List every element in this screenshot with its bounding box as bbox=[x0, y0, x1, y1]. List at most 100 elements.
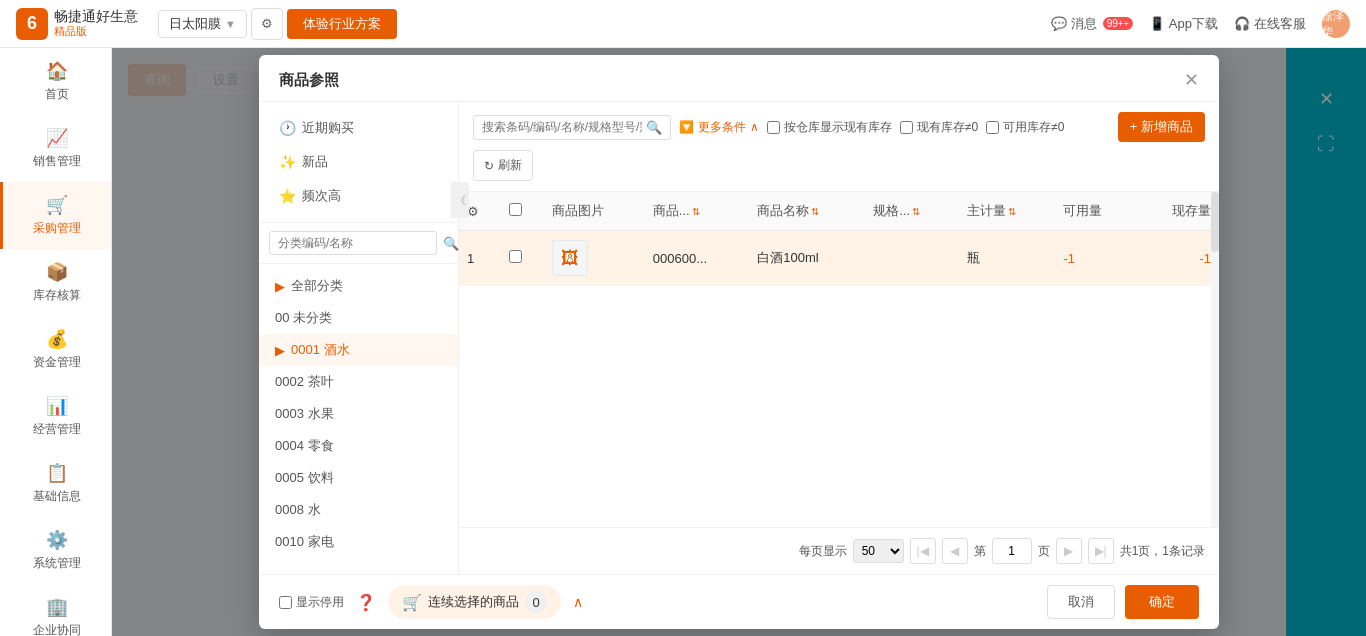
category-0001[interactable]: ▶ 0001 酒水 bbox=[259, 334, 458, 366]
scroll-thumb[interactable] bbox=[1211, 192, 1219, 252]
category-search-input[interactable] bbox=[269, 231, 437, 255]
user-area[interactable]: 徐泽华 bbox=[1322, 10, 1350, 38]
page-size-select[interactable]: 50 100 200 bbox=[853, 539, 904, 563]
sidebar-item-finance[interactable]: 💰 资金管理 bbox=[0, 316, 111, 383]
th-img: 商品图片 bbox=[544, 192, 645, 231]
sidebar-label-home: 首页 bbox=[45, 86, 69, 103]
confirm-button[interactable]: 确定 bbox=[1125, 585, 1199, 619]
sort-icon-name[interactable]: ⇅ bbox=[811, 206, 819, 217]
checkbox-available-input[interactable] bbox=[986, 121, 999, 134]
sidebar-label-inventory: 库存核算 bbox=[33, 287, 81, 304]
checkbox-warehouse-label: 按仓库显示现有库存 bbox=[784, 119, 892, 136]
gear-button[interactable]: ⚙ bbox=[251, 8, 283, 40]
recent-icon: 🕐 bbox=[279, 120, 296, 136]
experience-button[interactable]: 体验行业方案 bbox=[287, 9, 397, 39]
td-unit: 瓶 bbox=[959, 231, 1056, 286]
category-00[interactable]: 00 未分类 bbox=[259, 302, 458, 334]
refresh-button[interactable]: ↻ 刷新 bbox=[473, 150, 533, 181]
first-page-button[interactable]: |◀ bbox=[910, 538, 936, 564]
category-0004[interactable]: 0004 零食 bbox=[259, 430, 458, 462]
next-page-button[interactable]: ▶ bbox=[1056, 538, 1082, 564]
category-label-00: 00 未分类 bbox=[275, 309, 332, 327]
checkbox-warehouse-input[interactable] bbox=[767, 121, 780, 134]
cancel-button[interactable]: 取消 bbox=[1047, 585, 1115, 619]
page-word2: 页 bbox=[1038, 543, 1050, 560]
category-0008[interactable]: 0008 水 bbox=[259, 494, 458, 526]
td-img: 🖼 bbox=[544, 231, 645, 286]
sidebar-item-inventory[interactable]: 📦 库存核算 bbox=[0, 249, 111, 316]
collapse-panel-button[interactable]: 《 bbox=[451, 182, 469, 218]
cart-area[interactable]: 🛒 连续选择的商品 0 bbox=[388, 585, 561, 619]
collapse-cart-icon[interactable]: ∧ bbox=[573, 594, 583, 610]
modal-footer: 显示停用 ❓ 🛒 连续选择的商品 0 ∧ 取消 确定 bbox=[259, 574, 1219, 629]
app-download-label: App下载 bbox=[1169, 15, 1218, 33]
category-all[interactable]: ▶ 全部分类 bbox=[259, 270, 458, 302]
modal-header: 商品参照 ✕ bbox=[259, 55, 1219, 102]
refresh-icon: ↻ bbox=[484, 159, 494, 173]
checkbox-current-stock[interactable]: 现有库存≠0 bbox=[900, 119, 978, 136]
td-available: -1 bbox=[1055, 231, 1137, 286]
product-search-icon[interactable]: 🔍 bbox=[646, 120, 662, 135]
sort-icon-unit[interactable]: ⇅ bbox=[1008, 206, 1016, 217]
content-area: 查询 设置 刷新 ✕ ⛶ 商品参照 ✕ bbox=[112, 48, 1366, 636]
modal-toolbar: 🔍 🔽 更多条件 ∧ 按仓库显示现有库存 bbox=[459, 102, 1219, 192]
message-button[interactable]: 💬 消息 99++ bbox=[1051, 15, 1133, 33]
product-search-input[interactable] bbox=[482, 120, 642, 134]
frequent-icon: ⭐ bbox=[279, 188, 296, 204]
category-0003[interactable]: 0003 水果 bbox=[259, 398, 458, 430]
show-disabled-checkbox[interactable]: 显示停用 bbox=[279, 594, 344, 611]
sort-icon-code[interactable]: ⇅ bbox=[692, 206, 700, 217]
pagination-bar: 每页显示 50 100 200 |◀ ◀ 第 页 ▶ bbox=[459, 527, 1219, 574]
table-row[interactable]: 1 🖼 000600... 白酒100ml bbox=[459, 231, 1219, 286]
sidebar-item-purchase[interactable]: 🛒 采购管理 bbox=[0, 182, 111, 249]
left-tab-frequent-label: 频次高 bbox=[302, 187, 341, 205]
category-label-0003: 0003 水果 bbox=[275, 405, 334, 423]
td-index: 1 bbox=[459, 231, 501, 286]
more-filter-button[interactable]: 🔽 更多条件 ∧ bbox=[679, 119, 759, 136]
help-button[interactable]: ❓ bbox=[356, 593, 376, 612]
show-disabled-input[interactable] bbox=[279, 596, 292, 609]
row-checkbox[interactable] bbox=[509, 250, 522, 263]
app-download-button[interactable]: 📱 App下载 bbox=[1149, 15, 1218, 33]
message-badge: 99++ bbox=[1103, 17, 1133, 30]
sidebar-item-home[interactable]: 🏠 首页 bbox=[0, 48, 111, 115]
sidebar-item-basic[interactable]: 📋 基础信息 bbox=[0, 450, 111, 517]
sidebar-item-system[interactable]: ⚙️ 系统管理 bbox=[0, 517, 111, 584]
logo-icon: 6 bbox=[16, 8, 48, 40]
sort-icon-spec[interactable]: ⇅ bbox=[912, 206, 920, 217]
left-tab-new-label: 新品 bbox=[302, 153, 328, 171]
category-0010[interactable]: 0010 家电 bbox=[259, 526, 458, 558]
checkbox-current-input[interactable] bbox=[900, 121, 913, 134]
product-table-body: 1 🖼 000600... 白酒100ml bbox=[459, 231, 1219, 286]
th-checkbox bbox=[501, 192, 544, 231]
sidebar-item-collab[interactable]: 🏢 企业协同 bbox=[0, 584, 111, 636]
last-page-button[interactable]: ▶| bbox=[1088, 538, 1114, 564]
page-number-input[interactable] bbox=[992, 538, 1032, 564]
left-tab-recent[interactable]: 🕐 近期购买 bbox=[269, 112, 448, 144]
new-icon: ✨ bbox=[279, 154, 296, 170]
th-code: 商品...⇅ bbox=[645, 192, 749, 231]
category-label-0010: 0010 家电 bbox=[275, 533, 334, 551]
category-search-icon[interactable]: 🔍 bbox=[443, 236, 459, 251]
select-all-checkbox[interactable] bbox=[509, 203, 522, 216]
left-tab-frequent[interactable]: ⭐ 频次高 bbox=[269, 180, 448, 212]
category-0002[interactable]: 0002 茶叶 bbox=[259, 366, 458, 398]
sidebar-item-operations[interactable]: 📊 经营管理 bbox=[0, 383, 111, 450]
sales-icon: 📈 bbox=[46, 127, 68, 149]
category-0005[interactable]: 0005 饮料 bbox=[259, 462, 458, 494]
left-tab-new[interactable]: ✨ 新品 bbox=[269, 146, 448, 178]
purchase-icon: 🛒 bbox=[46, 194, 68, 216]
online-service-label: 在线客服 bbox=[1254, 15, 1306, 33]
sidebar-item-sales[interactable]: 📈 销售管理 bbox=[0, 115, 111, 182]
checkbox-available-stock[interactable]: 可用库存≠0 bbox=[986, 119, 1064, 136]
prev-page-button[interactable]: ◀ bbox=[942, 538, 968, 564]
online-service-button[interactable]: 🎧 在线客服 bbox=[1234, 15, 1306, 33]
add-product-button[interactable]: + 新增商品 bbox=[1118, 112, 1205, 142]
show-disabled-label: 显示停用 bbox=[296, 594, 344, 611]
nav-selector[interactable]: 日太阳膜 ▼ bbox=[158, 10, 247, 38]
modal-close-button[interactable]: ✕ bbox=[1184, 69, 1199, 91]
checkbox-warehouse-stock[interactable]: 按仓库显示现有库存 bbox=[767, 119, 892, 136]
product-search-bar: 🔍 bbox=[473, 115, 671, 140]
operations-icon: 📊 bbox=[46, 395, 68, 417]
topbar: 6 畅捷通好生意 精品版 日太阳膜 ▼ ⚙ 体验行业方案 💬 消息 99++ 📱… bbox=[0, 0, 1366, 48]
